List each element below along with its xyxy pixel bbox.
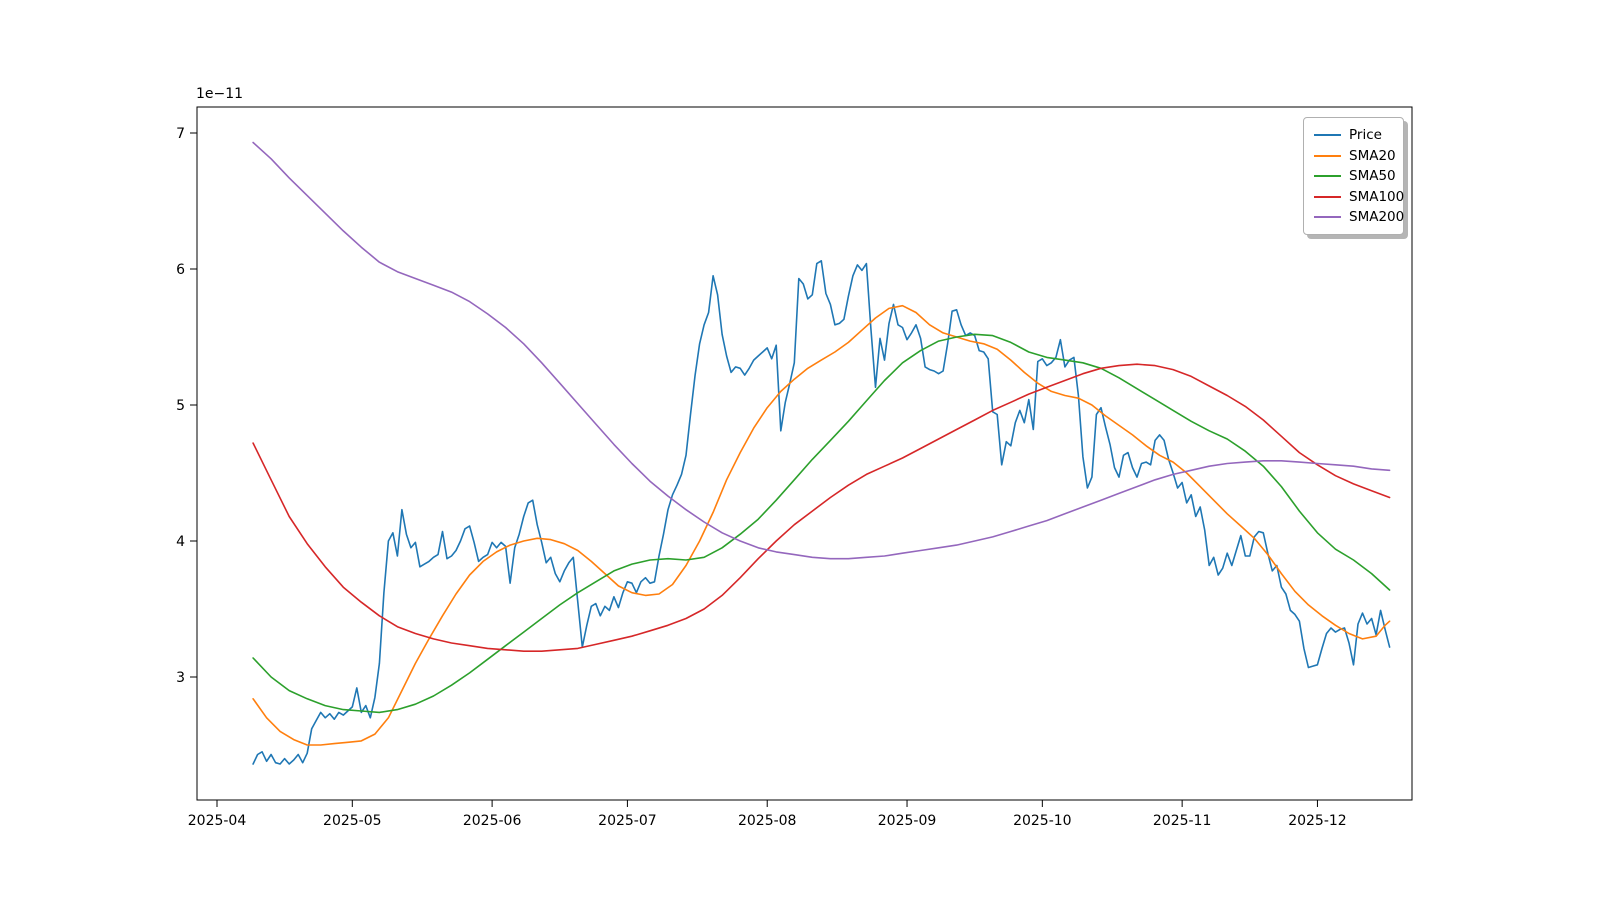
sma20-line-swatch <box>1314 154 1341 157</box>
x-tick-label: 2025-12 <box>1288 813 1347 829</box>
legend-item-price: Price <box>1314 125 1393 146</box>
x-tick-label: 2025-10 <box>1013 813 1072 829</box>
x-tick-label: 2025-09 <box>878 813 937 829</box>
plot-frame <box>196 106 1413 801</box>
y-tick-label: 7 <box>176 126 185 142</box>
series-line-sma100 <box>252 363 1391 653</box>
x-tick-label: 2025-06 <box>463 813 522 829</box>
x-tick-label: 2025-04 <box>188 813 247 829</box>
x-tick-label: 2025-11 <box>1153 813 1212 829</box>
sma100-line-swatch <box>1314 195 1341 198</box>
x-tick-label: 2025-08 <box>738 813 797 829</box>
y-axis-offset-label: 1e−11 <box>196 86 244 102</box>
x-tick-label: 2025-05 <box>323 813 382 829</box>
sma200-line-swatch <box>1314 216 1341 219</box>
legend-label-price: Price <box>1349 127 1382 144</box>
price-line-swatch <box>1314 134 1341 137</box>
series-line-sma20 <box>252 304 1391 746</box>
sma50-line-swatch <box>1314 175 1341 178</box>
legend-item-sma200: SMA200 <box>1314 207 1404 228</box>
series-line-price <box>252 259 1391 765</box>
chart-figure: 3 4 5 6 7 2025-04 2025-05 2025-06 2025-07 2025-08… <box>0 0 1600 900</box>
legend-item-sma50: SMA50 <box>1314 166 1396 187</box>
legend-label-sma20: SMA20 <box>1349 147 1396 164</box>
legend-label-sma50: SMA50 <box>1349 168 1396 185</box>
legend-label-sma200: SMA200 <box>1349 209 1405 226</box>
x-tick-label: 2025-07 <box>598 813 657 829</box>
legend-item-sma20: SMA20 <box>1314 146 1396 167</box>
legend-item-sma100: SMA100 <box>1314 187 1404 208</box>
y-tick-label: 5 <box>176 398 185 414</box>
series-line-sma200 <box>252 141 1391 560</box>
y-tick-label: 4 <box>176 534 185 550</box>
legend-label-sma100: SMA100 <box>1349 188 1405 205</box>
legend: Price SMA20 SMA50 SMA100 SMA200 <box>1303 117 1404 235</box>
y-tick-label: 6 <box>176 262 185 278</box>
y-tick-label: 3 <box>176 670 185 686</box>
